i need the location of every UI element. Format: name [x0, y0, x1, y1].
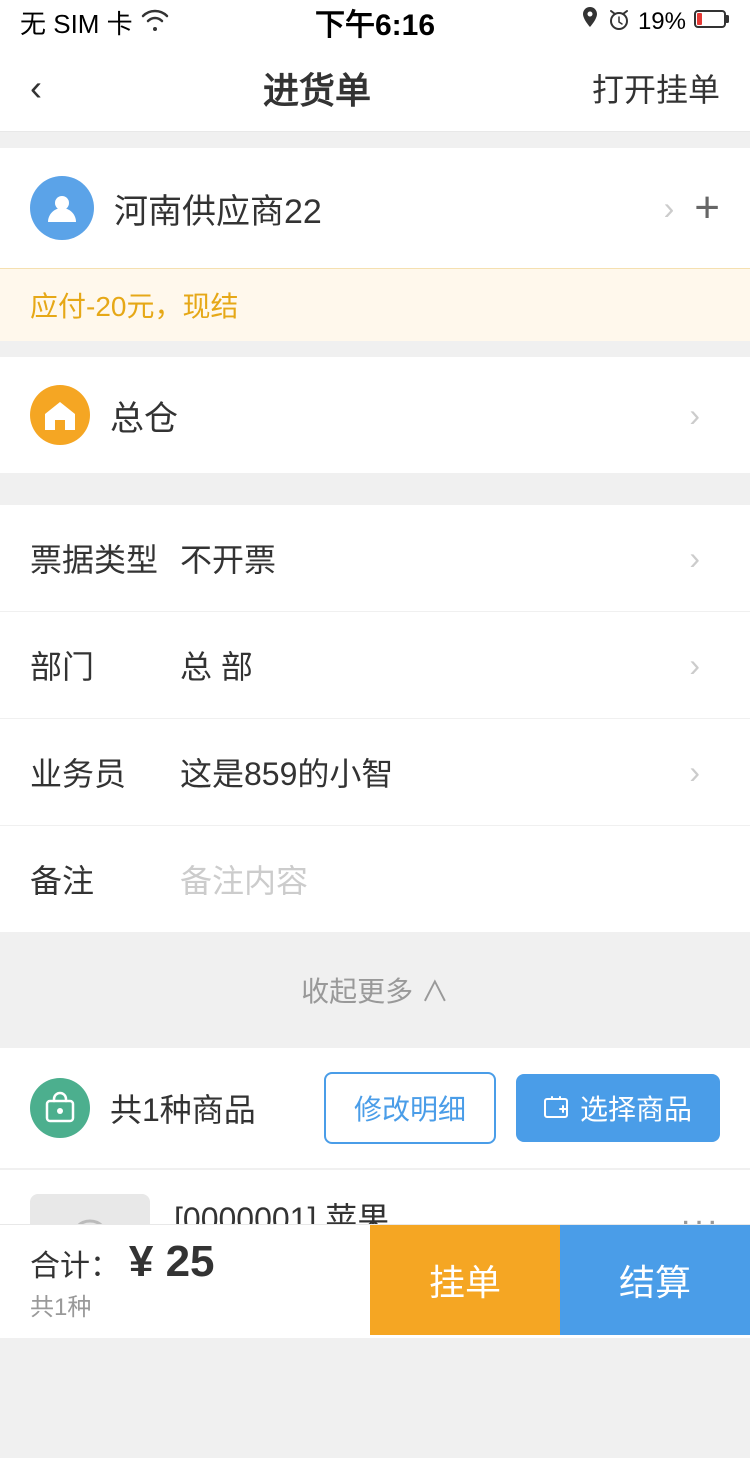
supplier-chevron-icon: ›	[664, 190, 675, 227]
product-header: 共1种商品 修改明细 选择商品	[0, 1048, 750, 1168]
select-product-button[interactable]: 选择商品	[516, 1074, 720, 1142]
supplier-notice: 应付-20元，现结	[0, 268, 750, 341]
dept-row[interactable]: 部门 总 部 ›	[0, 612, 750, 719]
page-title: 进货单	[263, 62, 371, 114]
remark-label: 备注	[30, 856, 170, 902]
warehouse-icon	[30, 385, 90, 445]
nav-bar: ‹ 进货单 打开挂单	[0, 44, 750, 132]
supplier-name: 河南供应商22	[114, 184, 664, 233]
remark-input[interactable]: 备注内容	[170, 856, 720, 902]
supplier-section: 河南供应商22 › + 应付-20元，现结	[0, 148, 750, 341]
select-product-label: 选择商品	[580, 1088, 692, 1128]
product-icon	[30, 1078, 90, 1138]
collapse-row[interactable]: 收起更多 ∧	[0, 948, 750, 1032]
back-button[interactable]: ‹	[30, 67, 42, 109]
settle-button[interactable]: 结算	[560, 1225, 750, 1335]
status-left: 无 SIM 卡	[20, 4, 169, 41]
total-label: 合计：	[30, 1250, 120, 1283]
supplier-row[interactable]: 河南供应商22 › +	[0, 148, 750, 268]
open-hang-button[interactable]: 打开挂单	[592, 65, 720, 111]
divider-2	[0, 489, 750, 505]
total-amount: ¥ 25	[129, 1237, 215, 1286]
footer-spacer	[0, 1338, 750, 1458]
form-section: 票据类型 不开票 › 部门 总 部 › 业务员 这是859的小智 › 备注 备注…	[0, 505, 750, 932]
location-icon	[580, 7, 600, 38]
dept-value: 总 部	[170, 642, 689, 688]
status-time: 下午6:16	[315, 0, 435, 44]
dept-label: 部门	[30, 642, 170, 688]
remark-row[interactable]: 备注 备注内容	[0, 826, 750, 932]
invoice-row[interactable]: 票据类型 不开票 ›	[0, 505, 750, 612]
edit-detail-button[interactable]: 修改明细	[324, 1072, 496, 1144]
invoice-chevron-icon: ›	[689, 540, 700, 577]
supplier-avatar	[30, 176, 94, 240]
salesperson-chevron-icon: ›	[689, 754, 700, 791]
total-count: 共1种	[30, 1287, 340, 1322]
battery-icon	[694, 8, 730, 36]
add-supplier-button[interactable]: +	[694, 186, 720, 230]
dept-chevron-icon: ›	[689, 647, 700, 684]
hang-order-button[interactable]: 挂单	[370, 1225, 560, 1335]
wifi-icon	[141, 7, 169, 38]
battery-label: 19%	[638, 8, 686, 36]
total-section: 合计： ¥ 25 共1种	[0, 1237, 370, 1322]
salesperson-row[interactable]: 业务员 这是859的小智 ›	[0, 719, 750, 826]
status-bar: 无 SIM 卡 下午6:16 19%	[0, 0, 750, 44]
status-right: 19%	[580, 7, 730, 38]
salesperson-value: 这是859的小智	[170, 749, 689, 795]
divider-3	[0, 1032, 750, 1048]
collapse-label: 收起更多 ∧	[301, 976, 449, 1007]
warehouse-chevron-icon: ›	[689, 397, 700, 434]
warehouse-row[interactable]: 总仓 ›	[0, 357, 750, 473]
invoice-label: 票据类型	[30, 535, 170, 581]
invoice-value: 不开票	[170, 535, 689, 581]
alarm-icon	[608, 7, 630, 38]
divider-1	[0, 341, 750, 357]
product-count: 共1种商品	[110, 1085, 304, 1131]
top-divider	[0, 132, 750, 148]
warehouse-name: 总仓	[110, 391, 689, 440]
salesperson-label: 业务员	[30, 749, 170, 795]
sim-label: 无 SIM 卡	[20, 4, 133, 41]
warehouse-section: 总仓 ›	[0, 357, 750, 473]
bottom-bar: 合计： ¥ 25 共1种 挂单 结算	[0, 1224, 750, 1334]
